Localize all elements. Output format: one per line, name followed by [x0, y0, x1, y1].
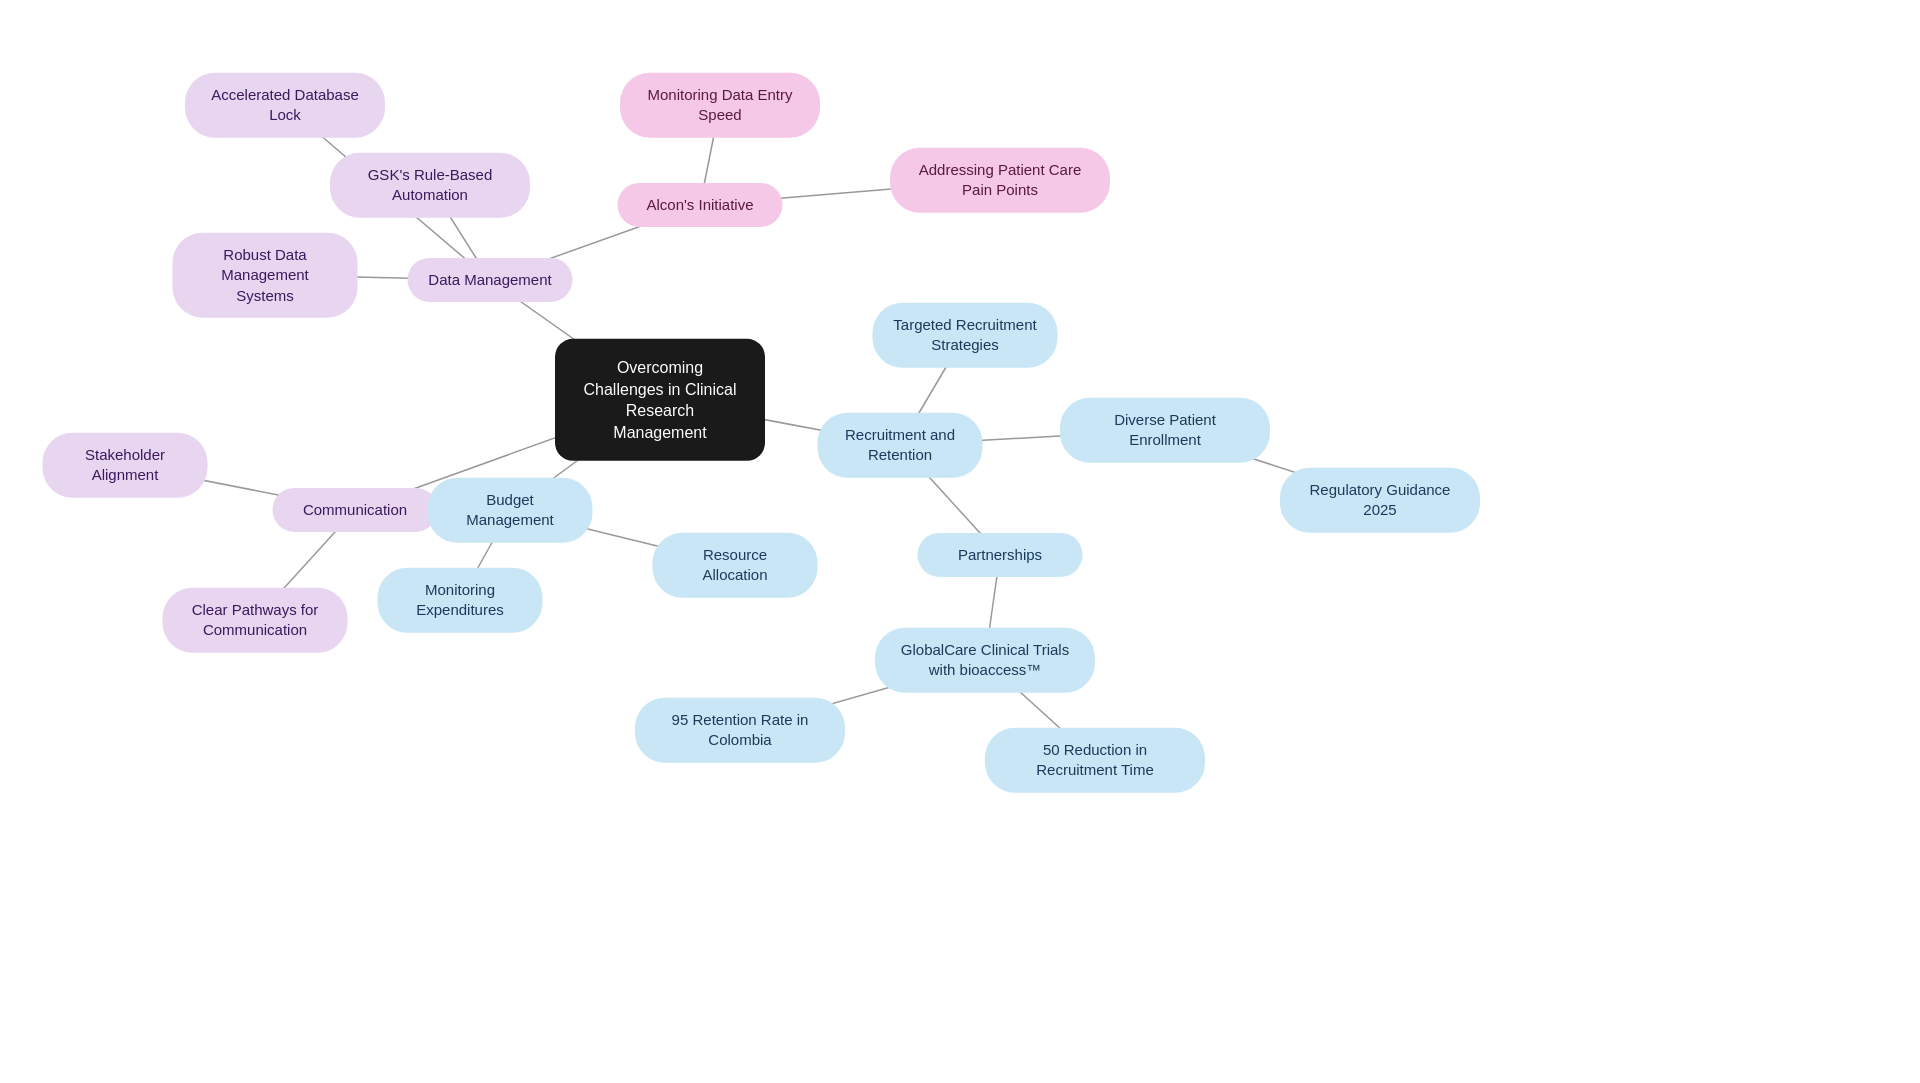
monitoring-exp-node[interactable]: Monitoring Expenditures — [378, 568, 543, 633]
clear-pathways-node[interactable]: Clear Pathways for Communication — [163, 588, 348, 653]
accelerated-db-node[interactable]: Accelerated Database Lock — [185, 73, 385, 138]
partnerships-node[interactable]: Partnerships — [918, 533, 1083, 577]
mindmap-container: Overcoming Challenges in Clinical Resear… — [0, 0, 1920, 1083]
monitoring-speed-node[interactable]: Monitoring Data Entry Speed — [620, 73, 820, 138]
targeted-recruitment-node[interactable]: Targeted Recruitment Strategies — [873, 303, 1058, 368]
globalcare-node[interactable]: GlobalCare Clinical Trials with bioacces… — [875, 628, 1095, 693]
patient-care-node[interactable]: Addressing Patient Care Pain Points — [890, 148, 1110, 213]
center-node[interactable]: Overcoming Challenges in Clinical Resear… — [555, 339, 765, 461]
budget-management-node[interactable]: Budget Management — [428, 478, 593, 543]
diverse-enrollment-node[interactable]: Diverse Patient Enrollment — [1060, 398, 1270, 463]
data-management-node[interactable]: Data Management — [408, 258, 573, 302]
communication-node[interactable]: Communication — [273, 488, 438, 532]
resource-allocation-node[interactable]: Resource Allocation — [653, 533, 818, 598]
regulatory-guidance-node[interactable]: Regulatory Guidance 2025 — [1280, 468, 1480, 533]
reduction-time-node[interactable]: 50 Reduction in Recruitment Time — [985, 728, 1205, 793]
retention-rate-node[interactable]: 95 Retention Rate in Colombia — [635, 698, 845, 763]
gsk-automation-node[interactable]: GSK's Rule-Based Automation — [330, 153, 530, 218]
stakeholder-node[interactable]: Stakeholder Alignment — [43, 433, 208, 498]
recruitment-retention-node[interactable]: Recruitment and Retention — [818, 413, 983, 478]
robust-data-node[interactable]: Robust Data Management Systems — [173, 233, 358, 318]
alcon-node[interactable]: Alcon's Initiative — [618, 183, 783, 227]
